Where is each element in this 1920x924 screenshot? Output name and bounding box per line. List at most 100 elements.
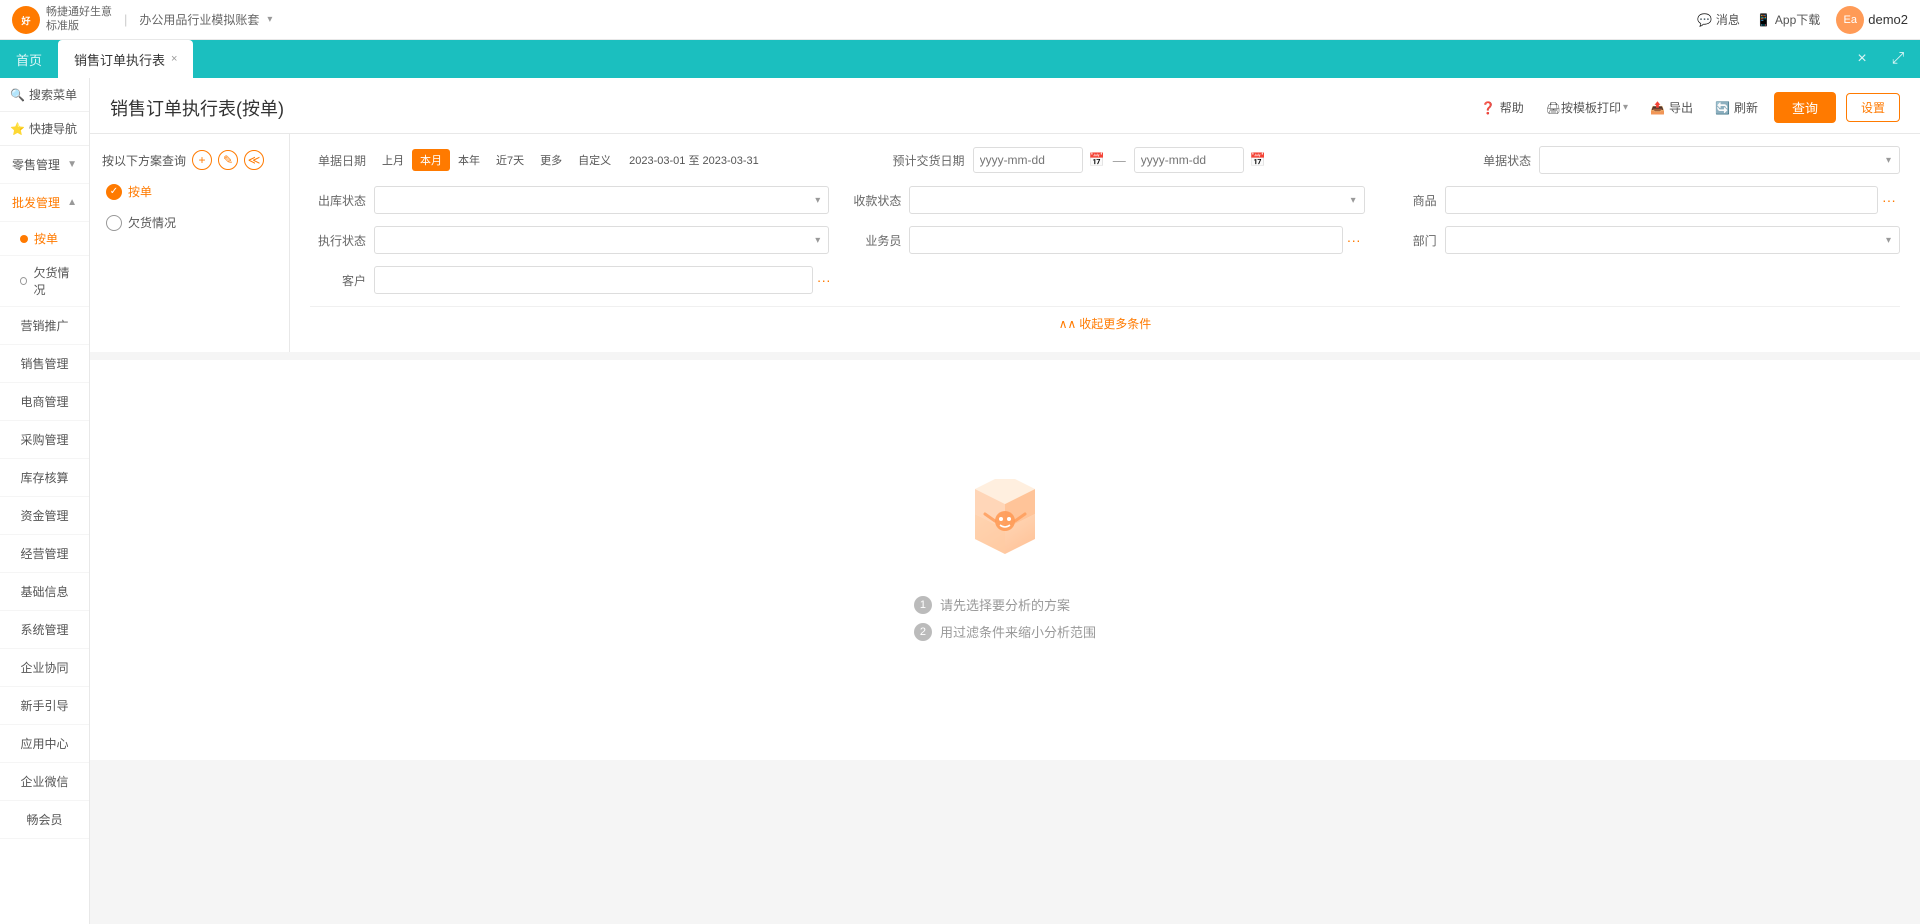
breadcrumb-separator: | bbox=[124, 12, 127, 27]
top-header: 好 畅捷通好生意 标准版 | 办公用品行业模拟账套 ▾ 💬 消息 📱 App下载… bbox=[0, 0, 1920, 40]
date-tab-custom[interactable]: 自定义 bbox=[570, 149, 619, 171]
sidebar-item-member[interactable]: 畅会员 bbox=[0, 801, 89, 839]
sidebar-item-retail-label: 零售管理 bbox=[12, 156, 60, 173]
expected-date-end[interactable] bbox=[1134, 147, 1244, 173]
goods-more-btn[interactable]: ··· bbox=[1878, 192, 1900, 208]
sidebar-item-wechat[interactable]: 企业微信 bbox=[0, 763, 89, 801]
scheme-edit-btn[interactable]: ✎ bbox=[218, 150, 238, 170]
user-avatar: Ea bbox=[1836, 6, 1864, 34]
export-icon: 📤 bbox=[1650, 101, 1665, 115]
collect-status-field: 收款状态 ▾ bbox=[845, 186, 1364, 214]
salesman-input[interactable] bbox=[909, 226, 1342, 254]
sidebar-item-marketing-label: 营销推广 bbox=[20, 317, 68, 334]
sidebar-item-operations[interactable]: 经营管理 bbox=[0, 535, 89, 573]
tab-sales-order[interactable]: 销售订单执行表 × bbox=[58, 40, 193, 78]
sidebar-item-basic[interactable]: 基础信息 bbox=[0, 573, 89, 611]
sidebar-item-guide-label: 新手引导 bbox=[20, 697, 68, 714]
results-area: 1 请先选择要分析的方案 2 用过滤条件来缩小分析范围 bbox=[90, 360, 1920, 760]
sidebar-shortcut[interactable]: ⭐ 快捷导航 bbox=[0, 112, 89, 146]
settings-btn[interactable]: 设置 bbox=[1846, 93, 1900, 122]
sidebar-item-sales[interactable]: 销售管理 bbox=[0, 345, 89, 383]
refresh-btn[interactable]: 🔄 刷新 bbox=[1709, 96, 1764, 119]
sidebar-shortcut-label: 快捷导航 bbox=[29, 120, 77, 137]
tab-sales-order-label: 销售订单执行表 bbox=[74, 50, 165, 69]
close-window-btn[interactable]: × bbox=[1848, 45, 1876, 73]
sidebar-item-collab[interactable]: 企业协同 bbox=[0, 649, 89, 687]
collect-status-select[interactable]: ▾ bbox=[909, 186, 1364, 214]
sidebar-item-system[interactable]: 系统管理 bbox=[0, 611, 89, 649]
message-btn[interactable]: 💬 消息 bbox=[1697, 11, 1740, 28]
salesman-more-btn[interactable]: ··· bbox=[1343, 232, 1365, 248]
app-download-btn[interactable]: 📱 App下载 bbox=[1756, 11, 1820, 28]
sidebar-item-ecommerce-label: 电商管理 bbox=[20, 393, 68, 410]
expected-date-start[interactable] bbox=[973, 147, 1083, 173]
goods-input[interactable] bbox=[1445, 186, 1878, 214]
help-icon: ❓ bbox=[1481, 101, 1496, 115]
scheme-inactive-icon bbox=[106, 215, 122, 231]
exec-status-field: 执行状态 ▾ bbox=[310, 226, 829, 254]
sidebar-item-ecommerce[interactable]: 电商管理 bbox=[0, 383, 89, 421]
sidebar-item-inventory[interactable]: 库存核算 bbox=[0, 459, 89, 497]
message-icon: 💬 bbox=[1697, 13, 1712, 27]
expected-date-field: 预计交货日期 📅 — 📅 bbox=[893, 147, 1460, 173]
page-header: 销售订单执行表(按单) ❓ 帮助 🖨 按模板打印 ▾ 📤 导出 🔄 刷新 bbox=[90, 78, 1920, 134]
sidebar-sub-item-shortage[interactable]: 欠货情况 bbox=[0, 256, 89, 307]
tab-home[interactable]: 首页 bbox=[0, 40, 58, 78]
step-1-num: 1 bbox=[914, 596, 932, 614]
date-group: 上月 本月 本年 近7天 更多 自定义 2023-03-01 至 2023-03… bbox=[374, 149, 759, 171]
sidebar-item-retail[interactable]: 零售管理 ▼ bbox=[0, 146, 89, 184]
step-1-text: 请先选择要分析的方案 bbox=[940, 595, 1070, 614]
sidebar-item-basic-label: 基础信息 bbox=[20, 583, 68, 600]
scheme-collapse-btn[interactable]: ≪ bbox=[244, 150, 264, 170]
app-name: 畅捷通好生意 标准版 bbox=[46, 6, 112, 32]
date-tab-this-year[interactable]: 本年 bbox=[450, 149, 488, 171]
status-select[interactable]: ▾ bbox=[1539, 146, 1900, 174]
print-btn[interactable]: 🖨 按模板打印 ▾ bbox=[1540, 96, 1634, 119]
sidebar-item-appstore-label: 应用中心 bbox=[20, 735, 68, 752]
exec-status-select[interactable]: ▾ bbox=[374, 226, 829, 254]
date-end-icon[interactable]: 📅 bbox=[1250, 152, 1266, 168]
date-tab-last-month[interactable]: 上月 bbox=[374, 149, 412, 171]
user-area[interactable]: Ea demo2 bbox=[1836, 6, 1908, 34]
sidebar-item-appstore[interactable]: 应用中心 bbox=[0, 725, 89, 763]
sidebar-item-finance[interactable]: 资金管理 bbox=[0, 497, 89, 535]
out-status-label: 出库状态 bbox=[310, 192, 366, 209]
salesman-input-wrap: ··· bbox=[909, 226, 1364, 254]
sidebar-item-wholesale[interactable]: 批发管理 ▲ bbox=[0, 184, 89, 222]
collect-status-arrow: ▾ bbox=[1351, 195, 1356, 206]
sidebar-item-guide[interactable]: 新手引导 bbox=[0, 687, 89, 725]
collapse-btn[interactable]: ∧∧ 收起更多条件 bbox=[1051, 311, 1160, 336]
sidebar-item-purchase[interactable]: 采购管理 bbox=[0, 421, 89, 459]
date-start-icon[interactable]: 📅 bbox=[1089, 152, 1105, 168]
refresh-icon: 🔄 bbox=[1715, 101, 1730, 115]
date-tab-this-month[interactable]: 本月 bbox=[412, 149, 450, 171]
date-tab-7days[interactable]: 近7天 bbox=[488, 149, 532, 171]
help-btn[interactable]: ❓ 帮助 bbox=[1475, 96, 1530, 119]
goods-field: 商品 ··· bbox=[1381, 186, 1900, 214]
empty-step-2: 2 用过滤条件来缩小分析范围 bbox=[914, 622, 1096, 641]
query-btn[interactable]: 查询 bbox=[1774, 92, 1836, 123]
export-label: 导出 bbox=[1669, 99, 1693, 116]
scheme-add-btn[interactable]: + bbox=[192, 150, 212, 170]
breadcrumb-dropdown-icon[interactable]: ▾ bbox=[267, 14, 272, 25]
help-label: 帮助 bbox=[1500, 99, 1524, 116]
sidebar-item-marketing[interactable]: 营销推广 bbox=[0, 307, 89, 345]
print-icon: 🖨 bbox=[1546, 101, 1561, 115]
scheme-item-shortage[interactable]: 欠货情况 bbox=[90, 207, 289, 238]
sidebar-sub-item-dan-label: 按单 bbox=[34, 230, 58, 247]
date-tab-more[interactable]: 更多 bbox=[532, 149, 570, 171]
scheme-item-dan[interactable]: ✓ 按单 bbox=[90, 176, 289, 207]
tab-close-icon[interactable]: × bbox=[171, 53, 177, 65]
shortage-icon bbox=[20, 277, 27, 285]
export-btn[interactable]: 📤 导出 bbox=[1644, 96, 1699, 119]
customer-input[interactable] bbox=[374, 266, 813, 294]
tab-home-label: 首页 bbox=[16, 50, 42, 69]
scheme-active-icon: ✓ bbox=[106, 184, 122, 200]
customer-more-btn[interactable]: ··· bbox=[813, 272, 835, 288]
filter-row-2: 出库状态 ▾ 收款状态 ▾ 商品 bbox=[310, 186, 1900, 214]
sidebar-search[interactable]: 🔍 搜索菜单 bbox=[0, 78, 89, 112]
sidebar-sub-item-dan[interactable]: 按单 bbox=[0, 222, 89, 256]
maximize-btn[interactable]: ⤢ bbox=[1884, 45, 1912, 73]
dept-select[interactable]: ▾ bbox=[1445, 226, 1900, 254]
out-status-select[interactable]: ▾ bbox=[374, 186, 829, 214]
